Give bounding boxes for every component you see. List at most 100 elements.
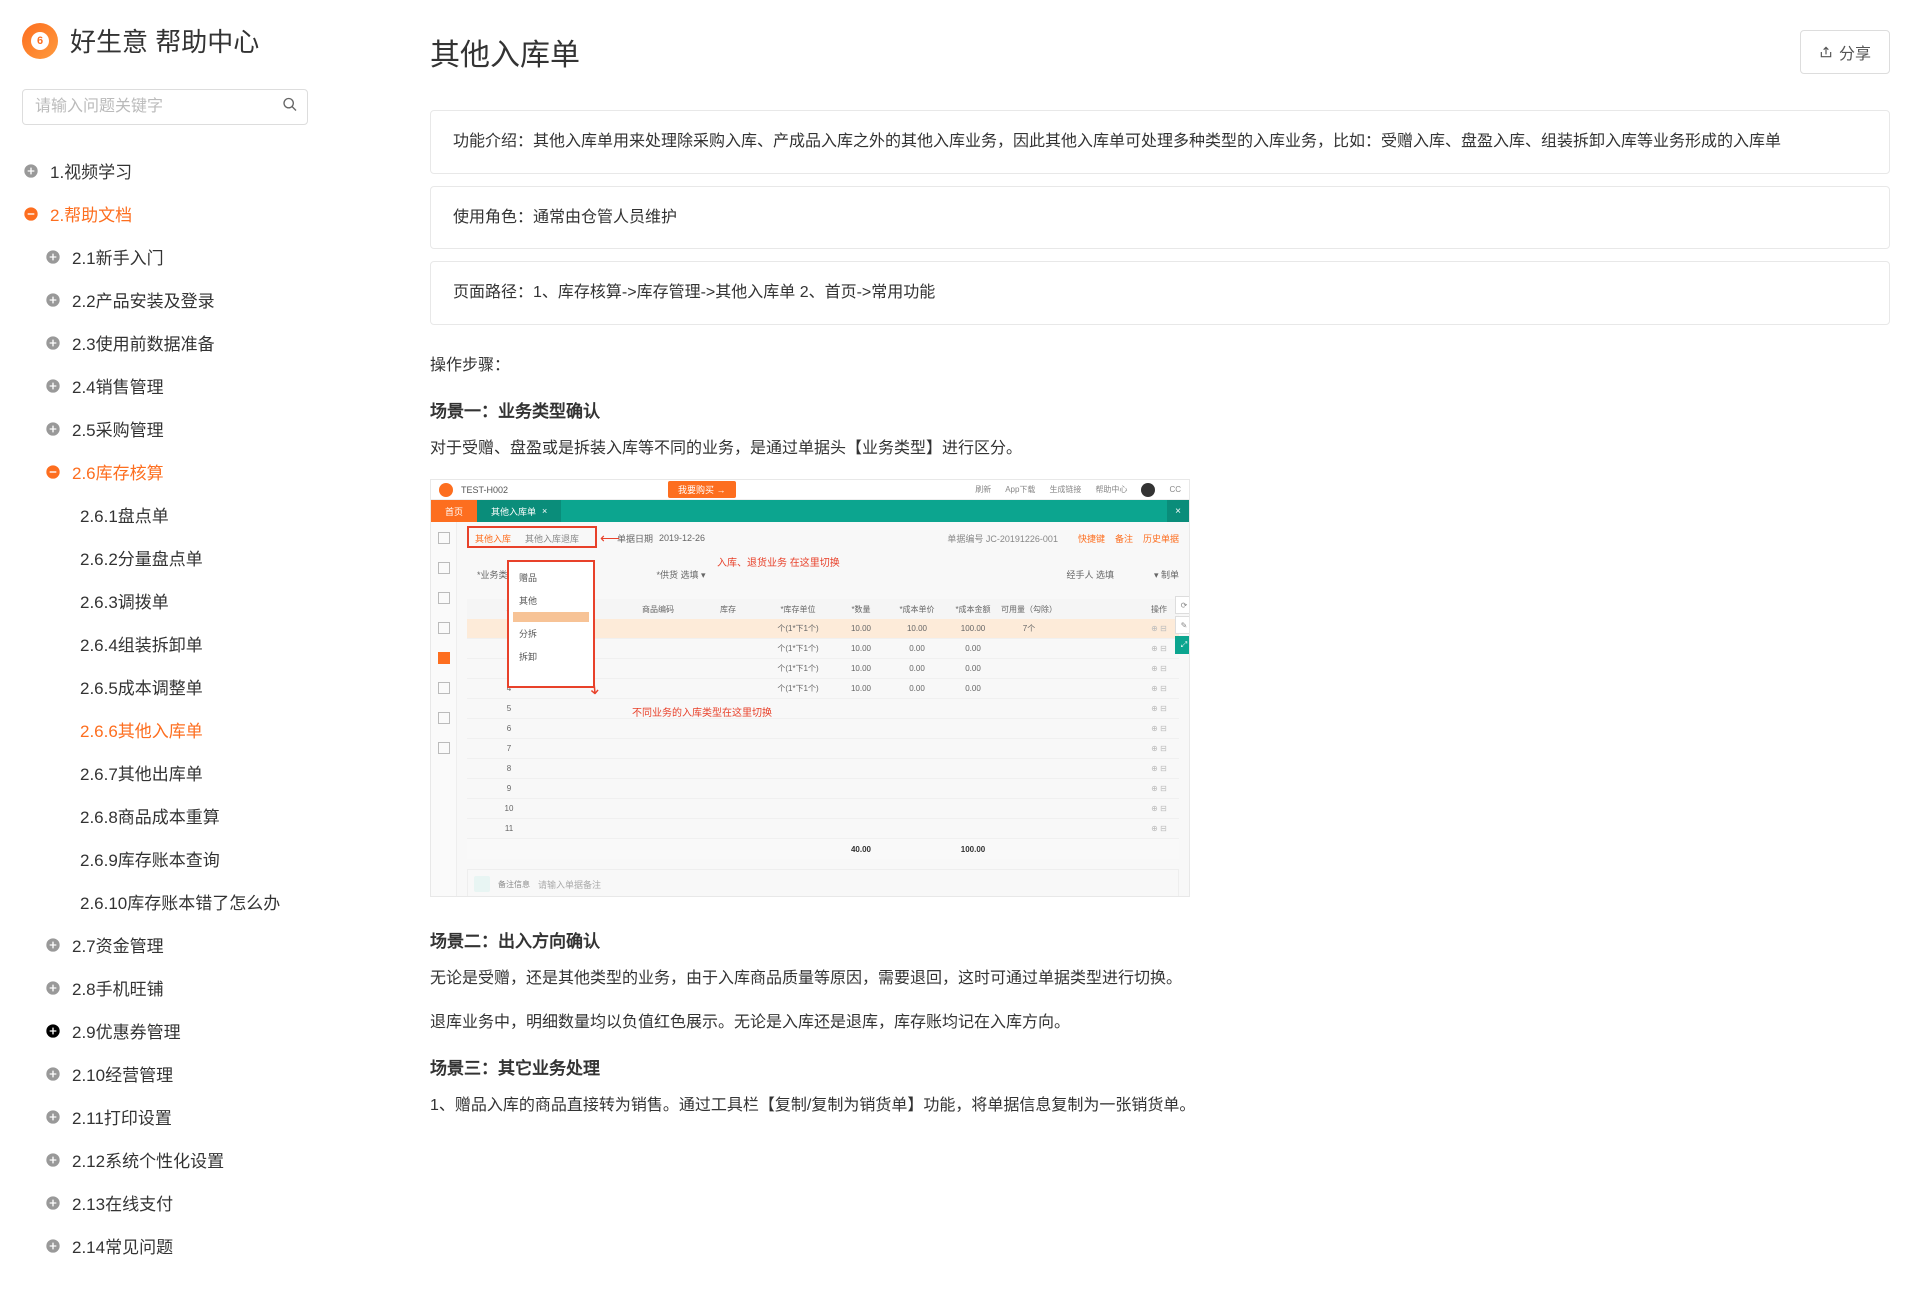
nav-2-6-2[interactable]: 2.6.2分量盘点单 [0, 536, 330, 579]
steps-label: 操作步骤： [430, 351, 1890, 375]
ss-account-name: TEST-H002 [461, 485, 508, 495]
nav-label: 2.11打印设置 [72, 1104, 172, 1129]
ss-dd-item: 其他 [513, 589, 589, 612]
ss-close-all-icon: × [1167, 500, 1189, 522]
nav-label: 2.9优惠券管理 [72, 1018, 181, 1043]
embedded-screenshot: TEST-H002 我要购买 → 刷新 App下载 生成链接 帮助中心 CC 首… [430, 479, 1190, 897]
content-section: 操作步骤： 场景一：业务类型确认 对于受赠、盘盈或是拆装入库等不同的业务，是通过… [430, 351, 1890, 1118]
nav-2-10[interactable]: 2.10经营管理 [0, 1052, 330, 1095]
path-label: 页面路径： [453, 284, 533, 301]
nav-label: 2.6.4组装拆卸单 [80, 631, 203, 656]
ss-body: 其他入库 其他入库退库 ⟵ 入库、退货业务 在这里切换 单据日期 2019-12… [431, 522, 1189, 896]
ss-filter-supplier: *供货 选填 ▾ [657, 568, 706, 581]
scene2-desc1: 无论是受赠，还是其他类型的业务，由于入库商品质量等原因，需要退回，这时可通过单据… [430, 966, 1890, 992]
ss-nav-icon [438, 562, 450, 574]
nav-video-learning[interactable]: 1.视频学习 [0, 149, 330, 192]
ss-total-row: 40.00100.00 [467, 839, 1179, 859]
nav-2-2[interactable]: 2.2产品安装及登录 [0, 278, 330, 321]
scene2-desc2: 退库业务中，明细数量均以负值红色展示。无论是入库还是退库，库存账均记在入库方向。 [430, 1010, 1890, 1036]
ss-table-row: 11⊕ ⊟ [467, 819, 1179, 839]
nav-list: 1.视频学习 2.帮助文档 2.1新手入门 2.2产品安装及登录 2.3使用前数… [0, 149, 330, 1267]
nav-2-6-10[interactable]: 2.6.10库存账本错了怎么办 [0, 880, 330, 923]
ss-logo-icon [439, 483, 453, 497]
nav-2-3[interactable]: 2.3使用前数据准备 [0, 321, 330, 364]
ss-table-row: 7⊕ ⊟ [467, 739, 1179, 759]
nav-label: 2.6.5成本调整单 [80, 674, 203, 699]
nav-label: 2.14常见问题 [72, 1233, 173, 1258]
ss-nav-icon [438, 742, 450, 754]
ss-avatar-icon [1141, 483, 1155, 497]
ss-app-download: App下载 [1005, 484, 1035, 495]
ss-type-tab-return: 其他入库退库 [525, 532, 579, 545]
ss-help-center: 帮助中心 [1095, 484, 1127, 495]
nav-2-4[interactable]: 2.4销售管理 [0, 364, 330, 407]
nav-label: 1.视频学习 [50, 158, 132, 183]
ss-tab-home: 首页 [431, 500, 477, 522]
ss-table-row: 10⊕ ⊟ [467, 799, 1179, 819]
ss-filter-handler: 经手人 选填 [1066, 568, 1114, 581]
intro-label: 功能介绍： [453, 133, 533, 150]
nav-2-6-5[interactable]: 2.6.5成本调整单 [0, 665, 330, 708]
scene1-title: 场景一：业务类型确认 [430, 397, 1890, 422]
nav-label: 2.6.8商品成本重算 [80, 803, 220, 828]
share-icon [1819, 45, 1833, 59]
role-label: 使用角色： [453, 209, 533, 226]
nav-label: 2.6.9库存账本查询 [80, 846, 220, 871]
ss-nav-icon [438, 652, 450, 664]
ss-tabbar: 首页 其他入库单× × [431, 500, 1189, 522]
ss-leftnav [431, 522, 457, 896]
ss-top-right: 刷新 App下载 生成链接 帮助中心 CC [975, 483, 1181, 497]
ss-rb-icon: ⤢ [1175, 636, 1190, 654]
ss-username: CC [1169, 485, 1181, 494]
nav-2-8[interactable]: 2.8手机旺铺 [0, 966, 330, 1009]
share-label: 分享 [1839, 40, 1871, 64]
nav-2-6-8[interactable]: 2.6.8商品成本重算 [0, 794, 330, 837]
nav-help-docs[interactable]: 2.帮助文档 [0, 192, 330, 235]
nav-2-6-1[interactable]: 2.6.1盘点单 [0, 493, 330, 536]
nav-label: 2.6.10库存账本错了怎么办 [80, 889, 280, 914]
nav-2-6-4[interactable]: 2.6.4组装拆卸单 [0, 622, 330, 665]
nav-2-5[interactable]: 2.5采购管理 [0, 407, 330, 450]
nav-2-6-7[interactable]: 2.6.7其他出库单 [0, 751, 330, 794]
ss-memo-placeholder: 请输入单据备注 [538, 878, 601, 891]
ss-table-row: 8⊕ ⊟ [467, 759, 1179, 779]
nav-2-6-9[interactable]: 2.6.9库存账本查询 [0, 837, 330, 880]
nav-2-11[interactable]: 2.11打印设置 [0, 1095, 330, 1138]
nav-label: 2.6.3调拨单 [80, 588, 169, 613]
ss-table-row: 5⊕ ⊟ [467, 699, 1179, 719]
nav-2-14[interactable]: 2.14常见问题 [0, 1224, 330, 1267]
nav-2-9[interactable]: 2.9优惠券管理 [0, 1009, 330, 1052]
nav-2-12[interactable]: 2.12系统个性化设置 [0, 1138, 330, 1181]
nav-label: 2.6.1盘点单 [80, 502, 169, 527]
nav-2-6-6[interactable]: 2.6.6其他入库单 [0, 708, 330, 751]
logo-section: 6 好生意 帮助中心 [0, 22, 330, 89]
ss-tab-active: 其他入库单× [477, 500, 561, 522]
ss-dropdown: 赠品 其他 分拆 拆卸 [509, 562, 593, 672]
ss-nav-icon [438, 592, 450, 604]
search-box [22, 89, 308, 125]
role-text: 通常由仓管人员维护 [533, 209, 677, 226]
search-input[interactable] [22, 89, 308, 125]
ss-table-row: 9⊕ ⊟ [467, 779, 1179, 799]
nav-2-6[interactable]: 2.6库存核算 [0, 450, 330, 493]
scene2-title: 场景二：出入方向确认 [430, 927, 1890, 952]
nav-2-1[interactable]: 2.1新手入门 [0, 235, 330, 278]
page-header: 其他入库单 分享 [430, 30, 1890, 74]
ss-topbar: TEST-H002 我要购买 → 刷新 App下载 生成链接 帮助中心 CC [431, 480, 1189, 500]
ss-doc-number: 单据编号 JC-20191226-001 [947, 532, 1058, 545]
nav-label: 2.帮助文档 [50, 201, 132, 226]
sidebar: 6 好生意 帮助中心 1.视频学习 2.帮助文档 2.1新手入门 2.2产品安装… [0, 0, 330, 1289]
nav-label: 2.7资金管理 [72, 932, 164, 957]
ss-nav-icon [438, 712, 450, 724]
scene3-title: 场景三：其它业务处理 [430, 1054, 1890, 1079]
path-text: 1、库存核算->库存管理->其他入库单 2、首页->常用功能 [533, 284, 935, 301]
intro-box: 功能介绍：其他入库单用来处理除采购入库、产成品入库之外的其他入库业务，因此其他入… [430, 110, 1890, 174]
share-button[interactable]: 分享 [1800, 30, 1890, 74]
ss-type-tabs: 其他入库 其他入库退库 [469, 528, 595, 549]
nav-2-7[interactable]: 2.7资金管理 [0, 923, 330, 966]
logo-icon: 6 [22, 23, 58, 59]
nav-2-6-3[interactable]: 2.6.3调拨单 [0, 579, 330, 622]
search-icon[interactable] [282, 97, 298, 118]
nav-2-13[interactable]: 2.13在线支付 [0, 1181, 330, 1224]
ss-nav-icon [438, 622, 450, 634]
